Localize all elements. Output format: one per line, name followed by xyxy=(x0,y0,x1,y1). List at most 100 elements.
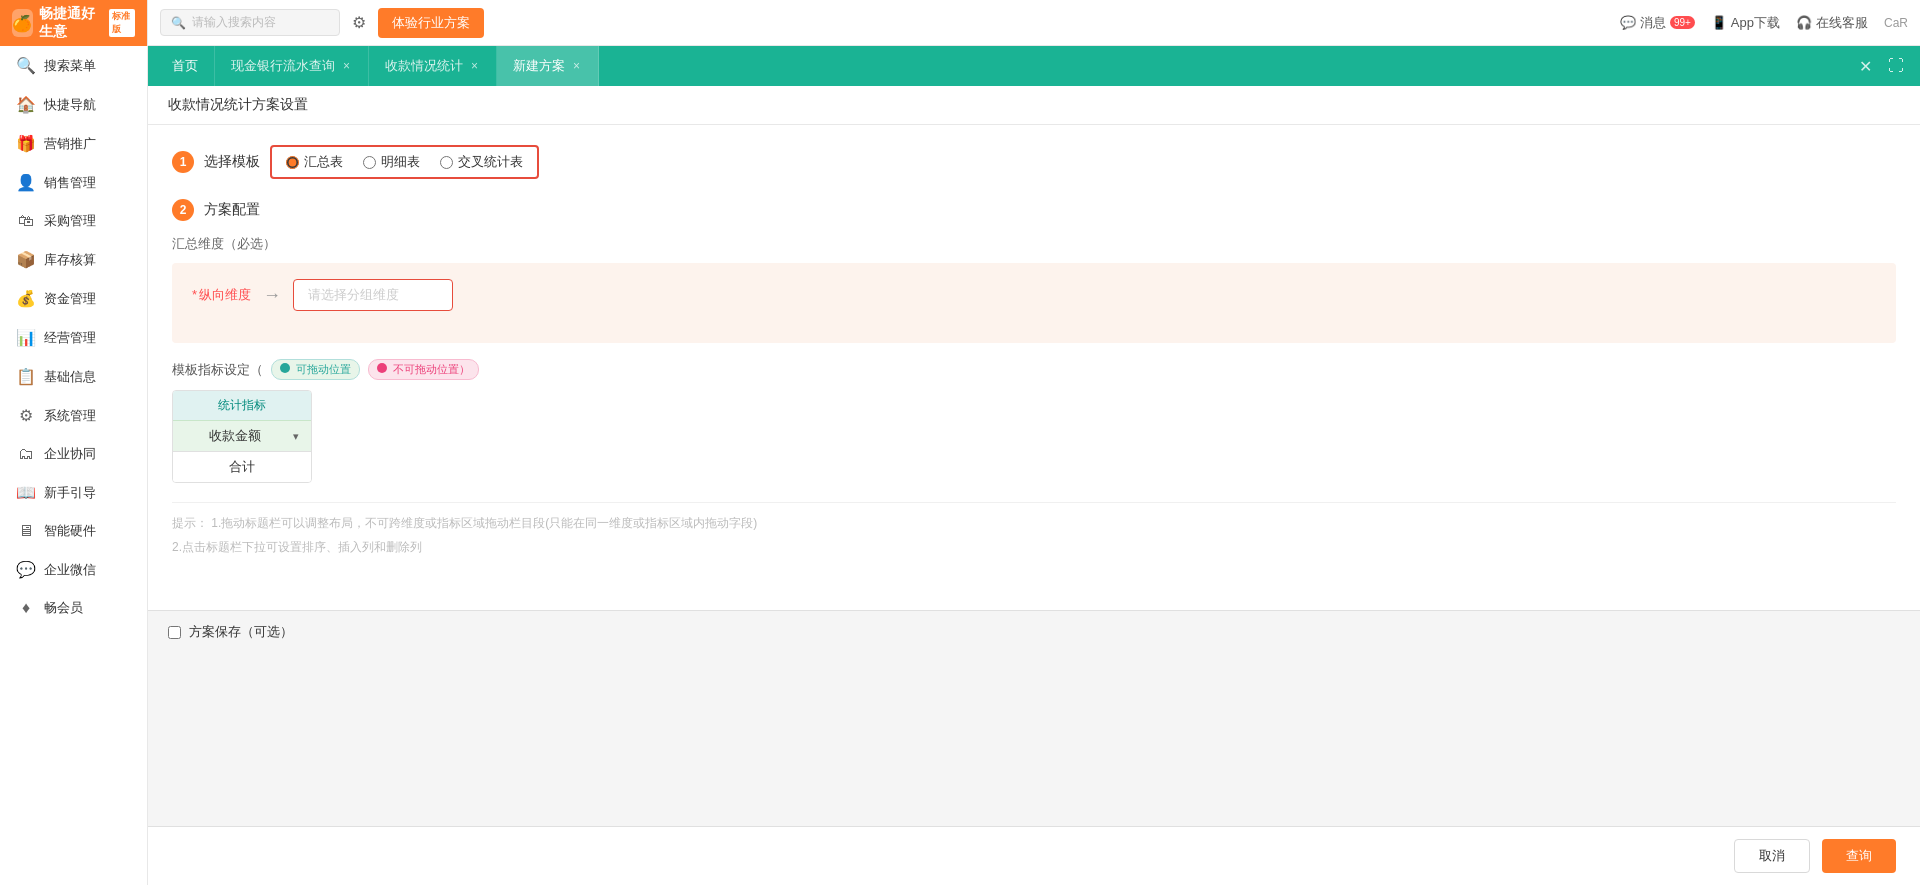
sidebar-item-basic[interactable]: 📋 基础信息 xyxy=(0,357,147,396)
tip-2: 2.点击标题栏下拉可设置排序、插入列和删除列 xyxy=(172,537,1896,559)
sidebar-item-sales[interactable]: 👤 销售管理 xyxy=(0,163,147,202)
radio-detail[interactable]: 明细表 xyxy=(363,153,420,171)
dim-select[interactable]: 请选择分组维度 xyxy=(293,279,453,311)
sidebar-item-nav[interactable]: 🏠 快捷导航 xyxy=(0,85,147,124)
cancel-button[interactable]: 取消 xyxy=(1734,839,1810,873)
radio-cross-label: 交叉统计表 xyxy=(458,153,523,171)
folder-icon: 🗂 xyxy=(16,445,36,463)
sidebar-item-marketing[interactable]: 🎁 营销推广 xyxy=(0,124,147,163)
tab-cashflow[interactable]: 现金银行流水查询 × xyxy=(215,46,369,86)
search-icon: 🔍 xyxy=(16,56,36,75)
settings-icon: ⚙ xyxy=(16,406,36,425)
search-box[interactable]: 🔍 请输入搜索内容 xyxy=(160,9,340,36)
save-checkbox[interactable] xyxy=(168,626,181,639)
form-area: 1 选择模板 汇总表 明细表 xyxy=(148,125,1920,610)
tips-text: 提示： 1.拖动标题栏可以调整布局，不可跨维度或指标区域拖动栏目段(只能在同一维… xyxy=(172,513,1896,558)
sidebar-item-label: 销售管理 xyxy=(44,174,96,192)
sidebar-item-label: 营销推广 xyxy=(44,135,96,153)
radio-detail-input[interactable] xyxy=(363,156,376,169)
radio-cross[interactable]: 交叉统计表 xyxy=(440,153,523,171)
chart-icon: 📊 xyxy=(16,328,36,347)
username: CaR xyxy=(1884,16,1908,30)
sidebar-item-label: 资金管理 xyxy=(44,290,96,308)
sidebar-item-label: 新手引导 xyxy=(44,484,96,502)
tab-receipt[interactable]: 收款情况统计 × xyxy=(369,46,497,86)
app-download-action[interactable]: 📱 App下载 xyxy=(1711,14,1780,32)
logo-text: 畅捷通好生意 xyxy=(39,5,101,41)
column-dropdown-icon[interactable]: ▾ xyxy=(293,430,299,443)
stats-table: 统计指标 收款金额 ▾ 合计 xyxy=(172,390,312,483)
sidebar-item-label: 搜索菜单 xyxy=(44,57,96,75)
tab-cashflow-label: 现金银行流水查询 xyxy=(231,57,335,75)
stats-column-header: 收款金额 xyxy=(185,427,285,445)
dim-row: 纵向维度 → 请选择分组维度 xyxy=(192,279,1876,311)
draggable-dot xyxy=(280,363,290,373)
query-button[interactable]: 查询 xyxy=(1822,839,1896,873)
online-service-label: 在线客服 xyxy=(1816,14,1868,32)
sidebar-item-hardware[interactable]: 🖥 智能硬件 xyxy=(0,512,147,550)
template-radio-group: 汇总表 明细表 交叉统计表 xyxy=(286,153,523,171)
radio-summary-input[interactable] xyxy=(286,156,299,169)
stats-column-row[interactable]: 收款金额 ▾ xyxy=(173,420,311,451)
sidebar-item-label: 畅会员 xyxy=(44,599,83,617)
online-service-action[interactable]: 🎧 在线客服 xyxy=(1796,14,1868,32)
radio-cross-input[interactable] xyxy=(440,156,453,169)
sidebar-item-system[interactable]: ⚙ 系统管理 xyxy=(0,396,147,435)
app-download-label: App下载 xyxy=(1731,14,1780,32)
step1-title: 选择模板 xyxy=(204,153,260,171)
non-draggable-dot xyxy=(377,363,387,373)
sidebar-item-wechat[interactable]: 💬 企业微信 xyxy=(0,550,147,589)
tab-cashflow-close[interactable]: × xyxy=(341,57,352,75)
sidebar-item-finance[interactable]: 💰 资金管理 xyxy=(0,279,147,318)
sidebar-item-search[interactable]: 🔍 搜索菜单 xyxy=(0,46,147,85)
stats-summary-row: 合计 xyxy=(173,451,311,482)
app-icon: 📱 xyxy=(1711,15,1727,30)
sidebar-item-label: 采购管理 xyxy=(44,212,96,230)
content-area: 收款情况统计方案设置 1 选择模板 汇总表 xyxy=(148,86,1920,826)
sidebar-item-member[interactable]: ♦ 畅会员 xyxy=(0,589,147,627)
tab-new-plan[interactable]: 新建方案 × xyxy=(497,46,599,86)
tab-home[interactable]: 首页 xyxy=(156,46,215,86)
main-area: 🔍 请输入搜索内容 ⚙ 体验行业方案 💬 消息 99+ 📱 App下载 🎧 在线… xyxy=(148,0,1920,885)
sidebar-item-purchase[interactable]: 🛍 采购管理 xyxy=(0,202,147,240)
tips-area: 提示： 1.拖动标题栏可以调整布局，不可跨维度或指标区域拖动栏目段(只能在同一维… xyxy=(172,502,1896,570)
topbar: 🔍 请输入搜索内容 ⚙ 体验行业方案 💬 消息 99+ 📱 App下载 🎧 在线… xyxy=(148,0,1920,46)
template-select-box: 汇总表 明细表 交叉统计表 xyxy=(270,145,539,179)
step1-header: 1 选择模板 汇总表 明细表 xyxy=(172,145,1896,179)
indicator-settings: 模板指标设定（ 可拖动位置 不可拖动位置） 统计指标 收 xyxy=(172,359,1896,486)
tab-new-plan-close[interactable]: × xyxy=(571,57,582,75)
tab-receipt-close[interactable]: × xyxy=(469,57,480,75)
close-window-icon[interactable]: ✕ xyxy=(1855,53,1876,80)
sidebar-item-label: 系统管理 xyxy=(44,407,96,425)
indicator-title-text: 模板指标设定（ xyxy=(172,361,263,379)
sidebar-item-label: 企业微信 xyxy=(44,561,96,579)
wechat-icon: 💬 xyxy=(16,560,36,579)
bag-icon: 🛍 xyxy=(16,212,36,230)
home-icon: 🏠 xyxy=(16,95,36,114)
tabbar: 首页 现金银行流水查询 × 收款情况统计 × 新建方案 × ✕ ⛶ xyxy=(148,46,1920,86)
action-bar: 取消 查询 xyxy=(148,826,1920,885)
gear-icon[interactable]: ⚙ xyxy=(352,13,366,32)
message-action[interactable]: 💬 消息 99+ xyxy=(1620,14,1695,32)
topbar-actions: 💬 消息 99+ 📱 App下载 🎧 在线客服 CaR xyxy=(1620,14,1908,32)
tip-1: 提示： 1.拖动标题栏可以调整布局，不可跨维度或指标区域拖动栏目段(只能在同一维… xyxy=(172,513,1896,535)
vertical-dim-label: 纵向维度 xyxy=(192,286,251,304)
gift-icon: 🎁 xyxy=(16,134,36,153)
footer: 方案保存（可选） xyxy=(148,610,1920,653)
step2-header: 2 方案配置 xyxy=(172,199,1896,221)
maximize-icon[interactable]: ⛶ xyxy=(1884,53,1908,79)
sidebar-item-collab[interactable]: 🗂 企业协同 xyxy=(0,435,147,473)
sidebar: 🍊 畅捷通好生意 标准版 🔍 搜索菜单 🏠 快捷导航 🎁 营销推广 👤 销售管理… xyxy=(0,0,148,885)
step1-number: 1 xyxy=(172,151,194,173)
sidebar-item-guide[interactable]: 📖 新手引导 xyxy=(0,473,147,512)
industry-btn[interactable]: 体验行业方案 xyxy=(378,8,484,38)
sidebar-item-label: 企业协同 xyxy=(44,445,96,463)
dimension-title: 汇总维度（必选） xyxy=(172,236,276,251)
sidebar-item-operations[interactable]: 📊 经营管理 xyxy=(0,318,147,357)
sidebar-item-inventory[interactable]: 📦 库存核算 xyxy=(0,240,147,279)
non-draggable-label: 不可拖动位置） xyxy=(393,363,470,375)
draggable-label: 可拖动位置 xyxy=(296,363,351,375)
radio-summary[interactable]: 汇总表 xyxy=(286,153,343,171)
non-draggable-badge: 不可拖动位置） xyxy=(368,359,479,380)
step2-section: 2 方案配置 汇总维度（必选） 纵向维度 → 请选择分组维度 xyxy=(172,199,1896,570)
